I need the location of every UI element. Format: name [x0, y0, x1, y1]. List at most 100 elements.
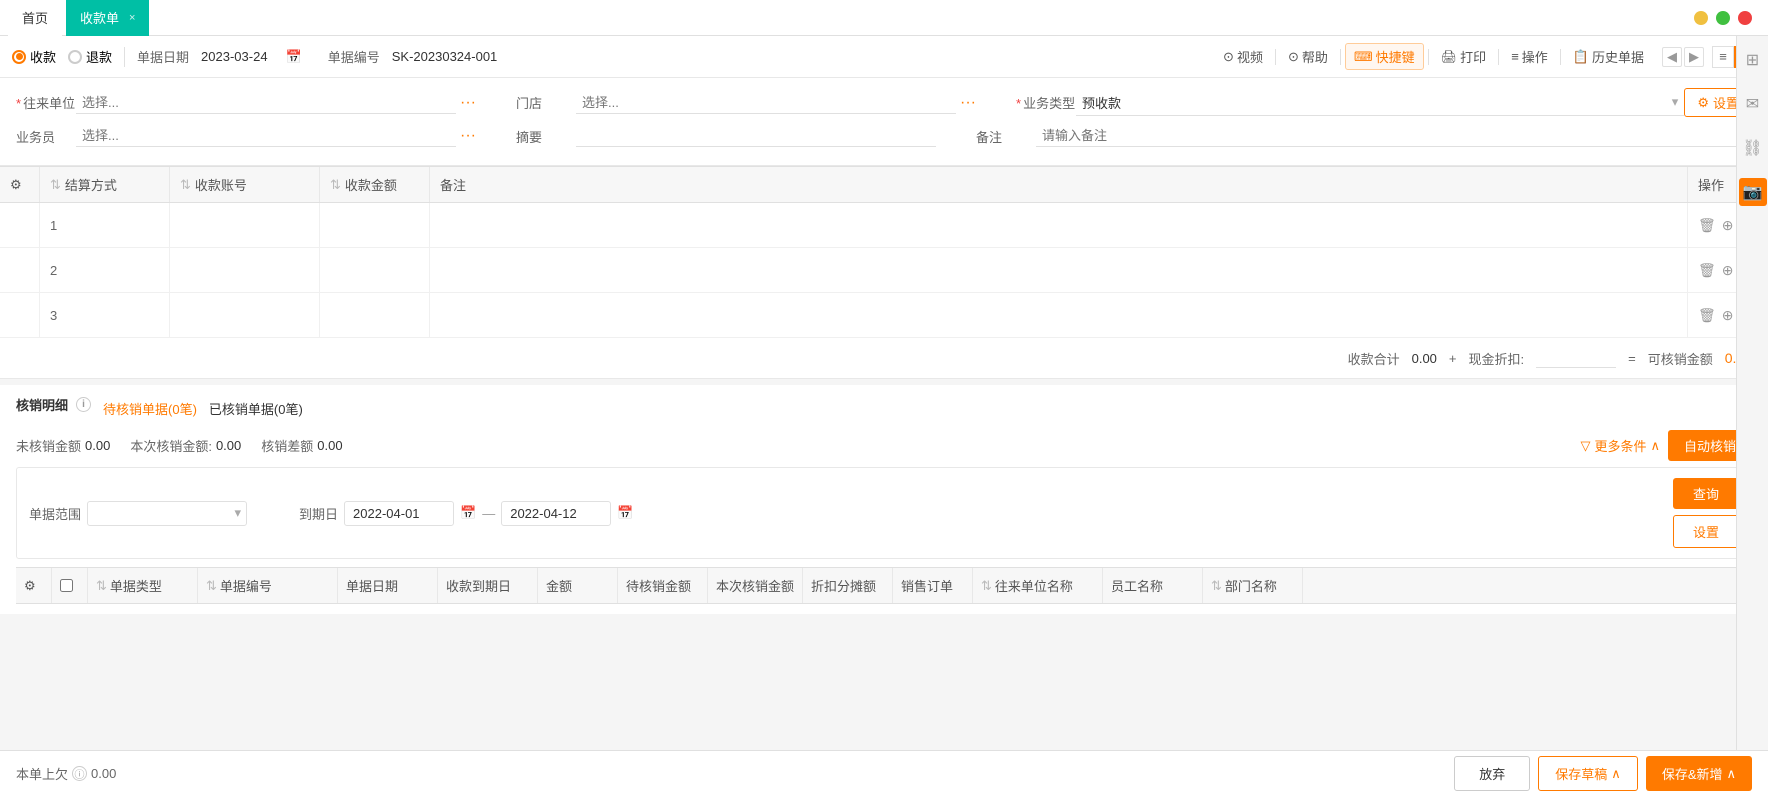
help-icon: ⊙ — [1288, 49, 1299, 65]
store-input[interactable] — [576, 92, 956, 114]
store-label: 门店 — [516, 93, 576, 112]
cal-icon-to[interactable]: 📅 — [617, 505, 633, 521]
maximize-btn[interactable] — [1716, 11, 1730, 25]
right-sidebar: ⊞ ✉ ⛓ 📷 — [1736, 36, 1768, 796]
copy-icon-2[interactable]: ⊕ — [1722, 262, 1734, 279]
query-btn[interactable]: 查询 — [1673, 478, 1739, 509]
history-btn[interactable]: 📋 历史单据 — [1565, 44, 1652, 69]
notes-input[interactable] — [1036, 125, 1752, 147]
th-action-label: 操作 — [1698, 175, 1724, 194]
verification-section: 核销明细 i 待核销单据(0笔) 已核销单据(0笔) 未核销金额 0.00 本次… — [0, 385, 1768, 614]
th-settings[interactable]: ⚙ — [0, 167, 40, 202]
filter-row: 单据范围 ▾ 到期日 📅 — 📅 查询 设置 — [16, 467, 1752, 559]
th-account: ⇅ 收款账号 — [170, 167, 320, 202]
done-tab[interactable]: 已核销单据(0笔) — [209, 399, 303, 418]
active-tab-label: 收款单 — [80, 8, 119, 27]
close-window-btn[interactable] — [1738, 11, 1752, 25]
delete-icon-1[interactable]: 🗑 — [1698, 217, 1716, 234]
sidebar-table-icon[interactable]: ⊞ — [1739, 46, 1767, 74]
save-new-btn[interactable]: 保存&新增 ∧ — [1646, 756, 1752, 791]
td-account-1 — [170, 203, 320, 247]
store-more-btn[interactable]: ··· — [960, 94, 976, 112]
date-to-input[interactable] — [501, 501, 611, 526]
nav-active-tab[interactable]: 收款单 × — [66, 0, 149, 36]
date-from-input[interactable] — [344, 501, 454, 526]
radio-refund-circle — [68, 50, 82, 64]
action-btns-1: 🗑 ⊕ — [1698, 217, 1734, 234]
partner-more-btn[interactable]: ··· — [460, 94, 476, 112]
detail-th-num: ⇅ 单据编号 — [198, 568, 338, 603]
radio-receive[interactable]: 收款 — [12, 47, 56, 66]
table-header: ⚙ ⇅ 结算方式 ⇅ 收款账号 ⇅ 收款金额 备注 操作 — [0, 166, 1768, 203]
staff-input[interactable] — [76, 125, 456, 147]
sidebar-link-icon[interactable]: ⛓ — [1739, 134, 1767, 162]
th-method: ⇅ 结算方式 — [40, 167, 170, 202]
nav-home-tab[interactable]: 首页 — [8, 0, 62, 36]
summary-row: 收款合计 0.00 + 现金折扣: = 可核销金额 0.00 — [0, 338, 1768, 379]
form-row-1: 往来单位 ··· 门店 ··· 业务类型 预收款 ▾ ⚙ 设置 — [16, 88, 1752, 117]
biz-type-select[interactable]: 预收款 ▾ — [1076, 90, 1684, 116]
radio-refund[interactable]: 退款 — [68, 47, 112, 66]
save-new-arrow-icon: ∧ — [1726, 766, 1736, 782]
detail-th-order: 销售订单 — [893, 568, 973, 603]
range-select[interactable] — [87, 501, 247, 526]
copy-icon-3[interactable]: ⊕ — [1722, 307, 1734, 324]
sidebar-camera-icon[interactable]: 📷 — [1739, 178, 1767, 206]
detail-th-check — [52, 568, 88, 603]
delete-icon-3[interactable]: 🗑 — [1698, 307, 1716, 324]
partner-input[interactable] — [76, 92, 456, 114]
shortcut-icon: ⌨ — [1354, 49, 1373, 65]
cal-icon-from[interactable]: 📅 — [460, 505, 476, 521]
this-time-label: 本次核销金额: — [130, 436, 212, 455]
bottom-info-icon[interactable]: ⓘ — [72, 766, 87, 781]
minimize-btn[interactable] — [1694, 11, 1708, 25]
nav-next-btn[interactable]: ▶ — [1684, 47, 1704, 67]
bottom-info-value: 0.00 — [91, 766, 116, 781]
this-time-value: 0.00 — [216, 438, 241, 453]
nav-prev-btn[interactable]: ◀ — [1662, 47, 1682, 67]
th-amount-label: 收款金额 — [345, 175, 397, 194]
num-label: 单据编号 — [328, 47, 380, 66]
window-controls — [1686, 11, 1760, 25]
close-tab-icon[interactable]: × — [129, 12, 135, 24]
td-amount-3 — [320, 293, 430, 337]
delete-icon-2[interactable]: 🗑 — [1698, 262, 1716, 279]
action-btns-3: 🗑 ⊕ — [1698, 307, 1734, 324]
copy-icon-1[interactable]: ⊕ — [1722, 217, 1734, 234]
more-conditions-btn[interactable]: ▽ 更多条件 ∧ — [1580, 436, 1660, 455]
detail-th-due: 收款到期日 — [438, 568, 538, 603]
sidebar-mail-icon[interactable]: ✉ — [1739, 90, 1767, 118]
list-view-btn[interactable]: ≡ — [1712, 46, 1734, 68]
draft-btn[interactable]: 保存草稿 ∧ — [1538, 756, 1638, 791]
detail-th-settings[interactable]: ⚙ — [16, 568, 52, 603]
payment-table: ⚙ ⇅ 结算方式 ⇅ 收款账号 ⇅ 收款金额 备注 操作 1 🗑 ⊕ — [0, 166, 1768, 338]
range-field: 单据范围 ▾ — [29, 501, 247, 526]
verification-info-icon[interactable]: i — [76, 397, 91, 412]
video-btn[interactable]: ⊙ 视频 — [1215, 44, 1271, 69]
discount-input[interactable] — [1536, 348, 1616, 368]
td-row-num-2: 2 — [40, 248, 170, 292]
shortcut-btn[interactable]: ⌨ 快捷键 — [1345, 43, 1424, 70]
th-method-label: 结算方式 — [65, 175, 117, 194]
staff-field: 业务员 ··· — [16, 125, 476, 147]
print-btn[interactable]: 🖨 打印 — [1433, 44, 1495, 69]
td-row-num-1: 1 — [40, 203, 170, 247]
detail-th-date: 单据日期 — [338, 568, 438, 603]
set-btn[interactable]: 设置 — [1673, 515, 1739, 548]
store-field: 门店 ··· — [516, 92, 976, 114]
nav-arrows: ◀ ▶ — [1662, 47, 1704, 67]
staff-label: 业务员 — [16, 127, 76, 146]
pending-tab[interactable]: 待核销单据(0笔) — [103, 399, 197, 418]
help-btn[interactable]: ⊙ 帮助 — [1280, 44, 1336, 69]
summary-input[interactable] — [576, 125, 936, 147]
biz-type-chevron: ▾ — [1672, 94, 1679, 110]
staff-more-btn[interactable]: ··· — [460, 127, 476, 145]
detail-check-all[interactable] — [60, 579, 73, 592]
operation-btn[interactable]: ≡ 操作 — [1503, 44, 1556, 69]
section-tabs: 待核销单据(0笔) 已核销单据(0笔) — [103, 399, 303, 418]
detail-th-this: 本次核销金额 — [708, 568, 803, 603]
calendar-icon[interactable]: 📅 — [280, 47, 308, 67]
abandon-btn[interactable]: 放弃 — [1454, 756, 1530, 791]
verification-title: 核销明细 i — [16, 395, 91, 414]
stats-right: ▽ 更多条件 ∧ 自动核销 — [1580, 430, 1752, 461]
